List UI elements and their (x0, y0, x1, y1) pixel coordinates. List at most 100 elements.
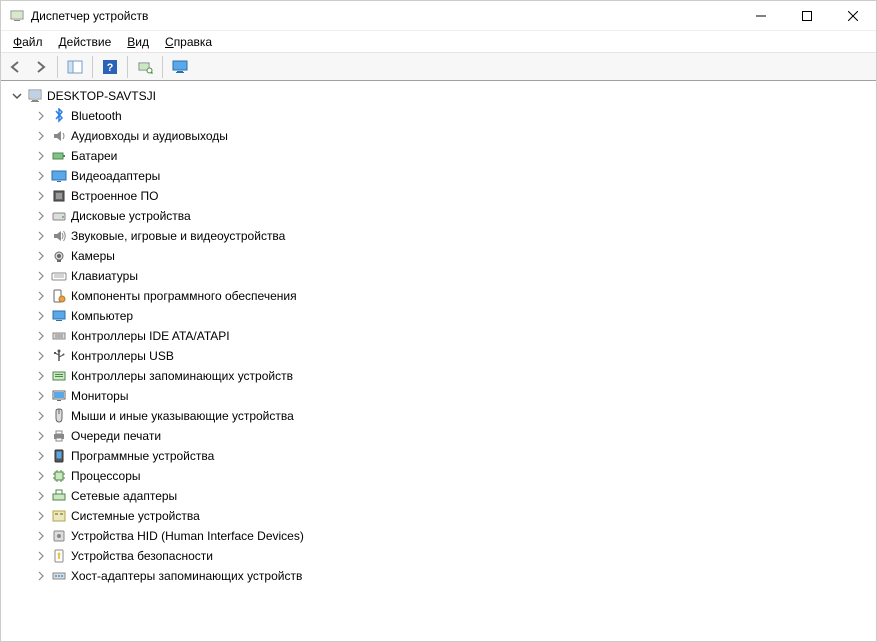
tree-category-computer[interactable]: Компьютер (35, 306, 876, 326)
help-button[interactable]: ? (99, 56, 121, 78)
battery-icon (51, 148, 67, 164)
category-label: Системные устройства (71, 509, 200, 523)
tree-category-battery[interactable]: Батареи (35, 146, 876, 166)
tree-category-hba[interactable]: Хост-адаптеры запоминающих устройств (35, 566, 876, 586)
chevron-right-icon[interactable] (35, 410, 47, 422)
tree-category-network[interactable]: Сетевые адаптеры (35, 486, 876, 506)
category-label: Контроллеры USB (71, 349, 174, 363)
chevron-right-icon[interactable] (35, 510, 47, 522)
toolbar-separator (92, 56, 93, 78)
sound-icon (51, 228, 67, 244)
monitor-icon-button[interactable] (169, 56, 191, 78)
chevron-right-icon[interactable] (35, 530, 47, 542)
chevron-right-icon[interactable] (35, 570, 47, 582)
chevron-right-icon[interactable] (35, 390, 47, 402)
menu-view[interactable]: Вид (119, 33, 157, 51)
chevron-right-icon[interactable] (35, 370, 47, 382)
tree-category-progdev[interactable]: Программные устройства (35, 446, 876, 466)
disk-icon (51, 208, 67, 224)
device-tree[interactable]: DESKTOP-SAVTSJI Bluetooth Аудиовходы и ау… (1, 81, 876, 641)
printer-icon (51, 428, 67, 444)
ide-icon (51, 328, 67, 344)
menu-action[interactable]: Действие (51, 33, 120, 51)
tree-category-ide[interactable]: Контроллеры IDE ATA/ATAPI (35, 326, 876, 346)
progdev-icon (51, 448, 67, 464)
bluetooth-icon (51, 108, 67, 124)
storagectl-icon (51, 368, 67, 384)
menu-help[interactable]: Справка (157, 33, 220, 51)
tree-category-hid[interactable]: Устройства HID (Human Interface Devices) (35, 526, 876, 546)
tree-category-sound[interactable]: Звуковые, игровые и видеоустройства (35, 226, 876, 246)
chevron-right-icon[interactable] (35, 490, 47, 502)
window-title: Диспетчер устройств (31, 9, 148, 23)
tree-category-security[interactable]: Устройства безопасности (35, 546, 876, 566)
tree-category-cpu[interactable]: Процессоры (35, 466, 876, 486)
tree-category-bluetooth[interactable]: Bluetooth (35, 106, 876, 126)
chevron-right-icon[interactable] (35, 350, 47, 362)
chevron-right-icon[interactable] (35, 170, 47, 182)
tree-category-disk[interactable]: Дисковые устройства (35, 206, 876, 226)
chevron-right-icon[interactable] (35, 210, 47, 222)
app-icon (9, 8, 25, 24)
chevron-right-icon[interactable] (35, 290, 47, 302)
chevron-down-icon[interactable] (11, 90, 23, 102)
tree-category-storagectl[interactable]: Контроллеры запоминающих устройств (35, 366, 876, 386)
category-label: Мониторы (71, 389, 128, 403)
close-button[interactable] (830, 1, 876, 31)
chevron-right-icon[interactable] (35, 250, 47, 262)
tree-category-monitor[interactable]: Мониторы (35, 386, 876, 406)
chevron-right-icon[interactable] (35, 190, 47, 202)
tree-category-camera[interactable]: Камеры (35, 246, 876, 266)
menu-file[interactable]: Файл (5, 33, 51, 51)
chevron-right-icon[interactable] (35, 310, 47, 322)
tree-root-node[interactable]: DESKTOP-SAVTSJI (11, 86, 876, 106)
category-label: Видеоадаптеры (71, 169, 160, 183)
category-label: Устройства HID (Human Interface Devices) (71, 529, 304, 543)
keyboard-icon (51, 268, 67, 284)
category-label: Компоненты программного обеспечения (71, 289, 297, 303)
tree-category-keyboard[interactable]: Клавиатуры (35, 266, 876, 286)
cpu-icon (51, 468, 67, 484)
category-label: Устройства безопасности (71, 549, 213, 563)
tree-category-usb[interactable]: Контроллеры USB (35, 346, 876, 366)
tree-category-firmware[interactable]: Встроенное ПО (35, 186, 876, 206)
chevron-right-icon[interactable] (35, 450, 47, 462)
chevron-right-icon[interactable] (35, 110, 47, 122)
category-label: Компьютер (71, 309, 133, 323)
tree-category-system[interactable]: Системные устройства (35, 506, 876, 526)
maximize-button[interactable] (784, 1, 830, 31)
tree-category-printer[interactable]: Очереди печати (35, 426, 876, 446)
category-label: Аудиовходы и аудиовыходы (71, 129, 228, 143)
show-hide-tree-button[interactable] (64, 56, 86, 78)
chevron-right-icon[interactable] (35, 270, 47, 282)
security-icon (51, 548, 67, 564)
tree-category-software[interactable]: Компоненты программного обеспечения (35, 286, 876, 306)
nav-back-button[interactable] (5, 56, 27, 78)
chevron-right-icon[interactable] (35, 130, 47, 142)
category-label: Дисковые устройства (71, 209, 191, 223)
chevron-right-icon[interactable] (35, 550, 47, 562)
category-label: Звуковые, игровые и видеоустройства (71, 229, 285, 243)
nav-forward-button[interactable] (29, 56, 51, 78)
svg-text:?: ? (107, 62, 114, 74)
network-icon (51, 488, 67, 504)
toolbar-separator (127, 56, 128, 78)
tree-category-display[interactable]: Видеоадаптеры (35, 166, 876, 186)
chevron-right-icon[interactable] (35, 330, 47, 342)
minimize-button[interactable] (738, 1, 784, 31)
category-label: Контроллеры запоминающих устройств (71, 369, 293, 383)
chevron-right-icon[interactable] (35, 230, 47, 242)
scan-hardware-button[interactable] (134, 56, 156, 78)
chevron-right-icon[interactable] (35, 430, 47, 442)
audio-icon (51, 128, 67, 144)
chevron-right-icon[interactable] (35, 470, 47, 482)
tree-category-audio[interactable]: Аудиовходы и аудиовыходы (35, 126, 876, 146)
toolbar-separator (57, 56, 58, 78)
mouse-icon (51, 408, 67, 424)
category-label: Процессоры (71, 469, 141, 483)
tree-category-mouse[interactable]: Мыши и иные указывающие устройства (35, 406, 876, 426)
category-label: Программные устройства (71, 449, 214, 463)
computer-icon (27, 88, 43, 104)
system-icon (51, 508, 67, 524)
chevron-right-icon[interactable] (35, 150, 47, 162)
